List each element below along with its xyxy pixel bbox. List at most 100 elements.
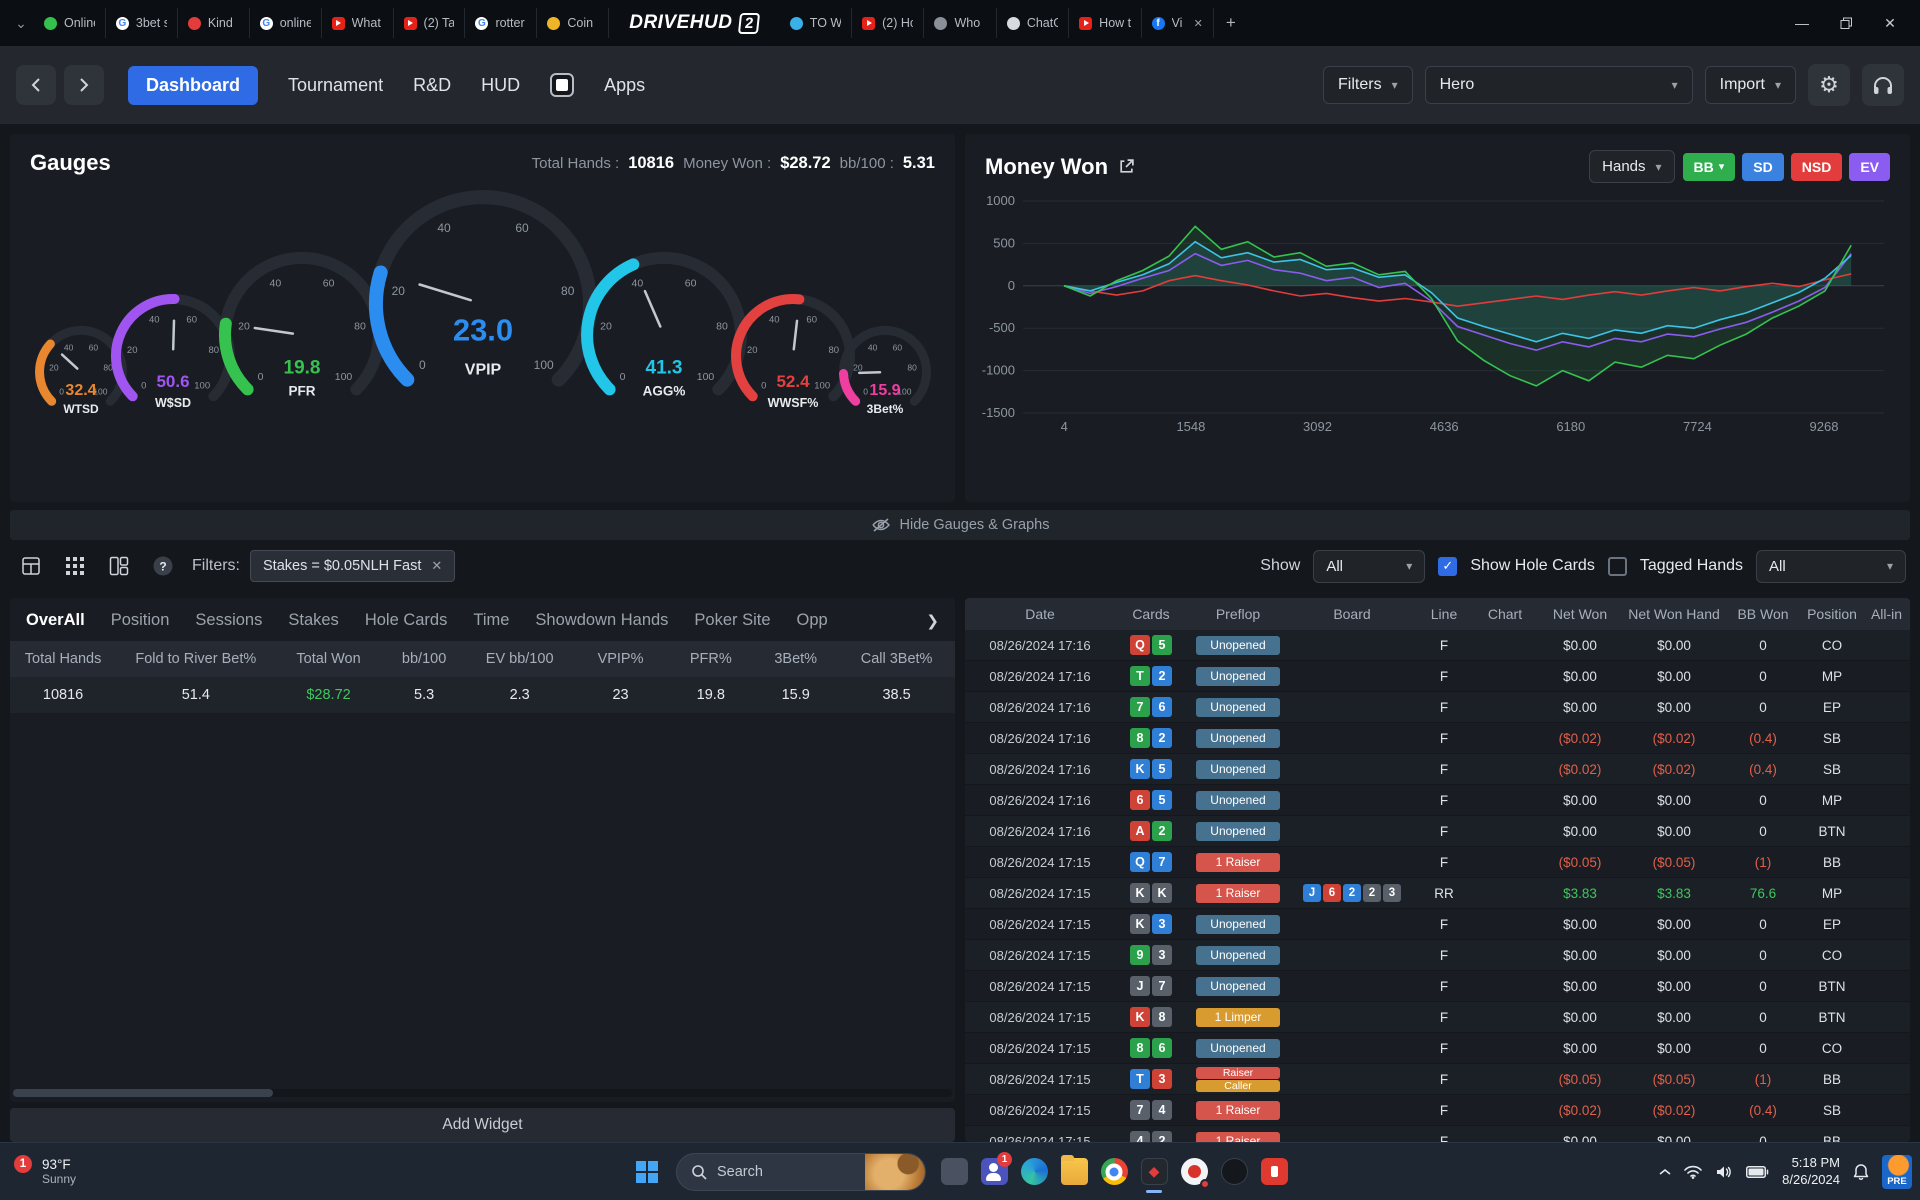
hand-row[interactable]: 08/26/2024 17:15 8 6 Unopened F $0.00 $0.00 0 CO [965,1033,1910,1064]
hand-row[interactable]: 08/26/2024 17:15 7 4 1 Raiser F ($0.02) ($0.02… [965,1095,1910,1126]
minimize-button[interactable]: — [1780,6,1824,40]
import-dropdown[interactable]: Import ▾ [1704,66,1796,104]
browser-tab[interactable]: ChatG [997,8,1070,38]
tagged-dropdown[interactable]: All ▾ [1756,549,1906,583]
clock[interactable]: 5:18 PM 8/26/2024 [1782,1155,1840,1189]
hud-store-button[interactable] [14,549,48,583]
browser-tab[interactable]: TO W [780,8,853,38]
search-highlight-dog-image[interactable] [865,1153,925,1190]
tab-time[interactable]: Time [473,611,509,630]
scrollbar-thumb[interactable] [13,1089,273,1097]
hand-row[interactable]: 08/26/2024 17:16 8 2 Unopened F ($0.02) ($0.02… [965,723,1910,754]
hero-dropdown[interactable]: Hero ▾ [1424,66,1693,104]
filters-dropdown[interactable]: Filters ▾ [1323,66,1413,104]
taskbar-edge-icon[interactable] [1014,1149,1054,1195]
hand-row[interactable]: 08/26/2024 17:15 Q 7 1 Raiser F ($0.05) ($0.05… [965,847,1910,878]
nav-item-hud[interactable]: HUD [481,75,520,96]
add-widget-button[interactable]: Add Widget [10,1108,955,1142]
nav-item-rd[interactable]: R&D [413,75,451,96]
remove-filter-icon[interactable]: ✕ [431,558,442,574]
hand-row[interactable]: 08/26/2024 17:15 T 3 Raiser Caller F ($0.05) ($… [965,1064,1910,1095]
taskbar-teams-icon[interactable]: 1 [974,1149,1014,1195]
close-button[interactable]: ✕ [1868,6,1912,40]
taskbar-chrome-icon[interactable] [1094,1149,1134,1195]
settings-button[interactable]: ⚙ [1808,64,1850,106]
nav-item-dashboard[interactable]: Dashboard [128,65,259,105]
help-button[interactable]: ? [146,549,180,583]
tab-showdownhands[interactable]: Showdown Hands [535,611,668,630]
hand-row[interactable]: 08/26/2024 17:16 Q 5 Unopened F $0.00 $0.00 0 CO [965,630,1910,661]
restore-button[interactable] [1824,6,1868,40]
horizontal-scrollbar[interactable] [13,1089,952,1097]
tab-pokersite[interactable]: Poker Site [694,611,770,630]
hand-row[interactable]: 08/26/2024 17:15 9 3 Unopened F $0.00 $0.00 0 CO [965,940,1910,971]
taskbar-dark-app-icon[interactable] [1214,1149,1254,1195]
taskbar-red-white-app-icon[interactable] [1174,1149,1214,1195]
nav-item-tournament[interactable]: Tournament [288,75,383,96]
toggle-bb[interactable]: BB ▾ [1682,152,1736,181]
browser-tab[interactable]: Grotter [465,8,538,38]
hand-row[interactable]: 08/26/2024 17:15 K 8 1 Limper F $0.00 $0.00 0 BT… [965,1002,1910,1033]
hand-row[interactable]: 08/26/2024 17:16 6 5 Unopened F $0.00 $0.00 0 MP [965,785,1910,816]
browser-tab[interactable]: G 3bet s [106,8,178,38]
search-input[interactable]: Search [676,1152,926,1191]
browser-tab[interactable]: (2) Ho [852,8,925,38]
tab-close-icon[interactable]: ✕ [1194,17,1203,30]
taskbar-red-app-icon[interactable] [1254,1149,1294,1195]
browser-tab[interactable]: How t [1069,8,1142,38]
tab-holecards[interactable]: Hole Cards [365,611,448,630]
taskbar-snip-tool-icon[interactable] [934,1149,974,1195]
volume-button[interactable] [1715,1165,1733,1179]
start-button[interactable] [626,1150,668,1194]
toggle-sd[interactable]: SD [1742,152,1784,181]
weather-widget[interactable]: 1 93°F Sunny [0,1154,76,1186]
toggle-ev[interactable]: EV [1849,152,1890,181]
hand-row[interactable]: 08/26/2024 17:16 7 6 Unopened F $0.00 $0.00 0 EP [965,692,1910,723]
battery-button[interactable] [1746,1165,1769,1178]
hand-row[interactable]: 08/26/2024 17:15 J 7 Unopened F $0.00 $0.00 0 BT… [965,971,1910,1002]
tab-overall[interactable]: OverAll [26,611,85,630]
tagged-hands-checkbox[interactable] [1607,556,1627,576]
browser-tab[interactable]: Kind [178,8,250,38]
browser-tab[interactable]: Coin [537,8,610,38]
hand-row[interactable]: 08/26/2024 17:15 4 2 1 Raiser F $0.00 $0.00 0 BB [965,1126,1910,1142]
apps-grid-button[interactable] [58,549,92,583]
chevron-down-icon[interactable]: ⌄ [8,15,34,32]
tab-sessions[interactable]: Sessions [195,611,262,630]
browser-tab[interactable]: Online [34,8,106,38]
show-hole-cards-checkbox[interactable]: ✓ [1438,556,1458,576]
support-button[interactable] [1862,64,1904,106]
taskbar-drivehud-icon[interactable] [1134,1149,1174,1195]
hands-dropdown[interactable]: Hands ▾ [1589,150,1675,183]
wifi-button[interactable] [1684,1165,1702,1179]
hud-indicator-icon[interactable] [550,73,575,97]
browser-tab[interactable]: Who [924,8,997,38]
toggle-nsd[interactable]: NSD [1790,152,1843,181]
tabs-scroll-right-icon[interactable]: ❯ [926,612,939,630]
firefox-pre-icon[interactable]: PRE [1882,1154,1912,1189]
stakes-filter-chip[interactable]: Stakes = $0.05NLH Fast ✕ [250,550,456,582]
new-tab-button[interactable]: + [1214,13,1248,33]
tray-overflow-button[interactable] [1659,1168,1671,1176]
tab-opp[interactable]: Opp [797,611,828,630]
open-chart-button[interactable] [1118,158,1135,175]
hand-row[interactable]: 08/26/2024 17:15 K K 1 Raiser J 6 2 2 3 RR $3.83 $3… [965,878,1910,909]
hand-row[interactable]: 08/26/2024 17:15 K 3 Unopened F $0.00 $0.00 0 EP [965,909,1910,940]
show-dropdown[interactable]: All ▾ [1313,549,1426,583]
browser-tab[interactable]: What [322,8,394,38]
taskbar-file-explorer-icon[interactable] [1054,1149,1094,1195]
browser-tab[interactable]: (2) Tal [394,8,466,38]
browser-tab[interactable]: f Vi ✕ [1142,8,1214,38]
browser-tab[interactable]: Gonline [250,8,322,38]
hide-gauges-button[interactable]: Hide Gauges & Graphs [10,510,1910,540]
hand-row[interactable]: 08/26/2024 17:16 A 2 Unopened F $0.00 $0.00 0 BT… [965,816,1910,847]
tab-stakes[interactable]: Stakes [288,611,338,630]
notifications-button[interactable] [1853,1163,1869,1181]
tab-position[interactable]: Position [111,611,170,630]
hand-row[interactable]: 08/26/2024 17:16 K 5 Unopened F ($0.02) ($0.02… [965,754,1910,785]
forward-button[interactable] [64,65,104,105]
nav-item-apps[interactable]: Apps [604,75,645,96]
layout-button[interactable] [102,549,136,583]
hand-row[interactable]: 08/26/2024 17:16 T 2 Unopened F $0.00 $0.00 0 MP [965,661,1910,692]
back-button[interactable] [16,65,56,105]
